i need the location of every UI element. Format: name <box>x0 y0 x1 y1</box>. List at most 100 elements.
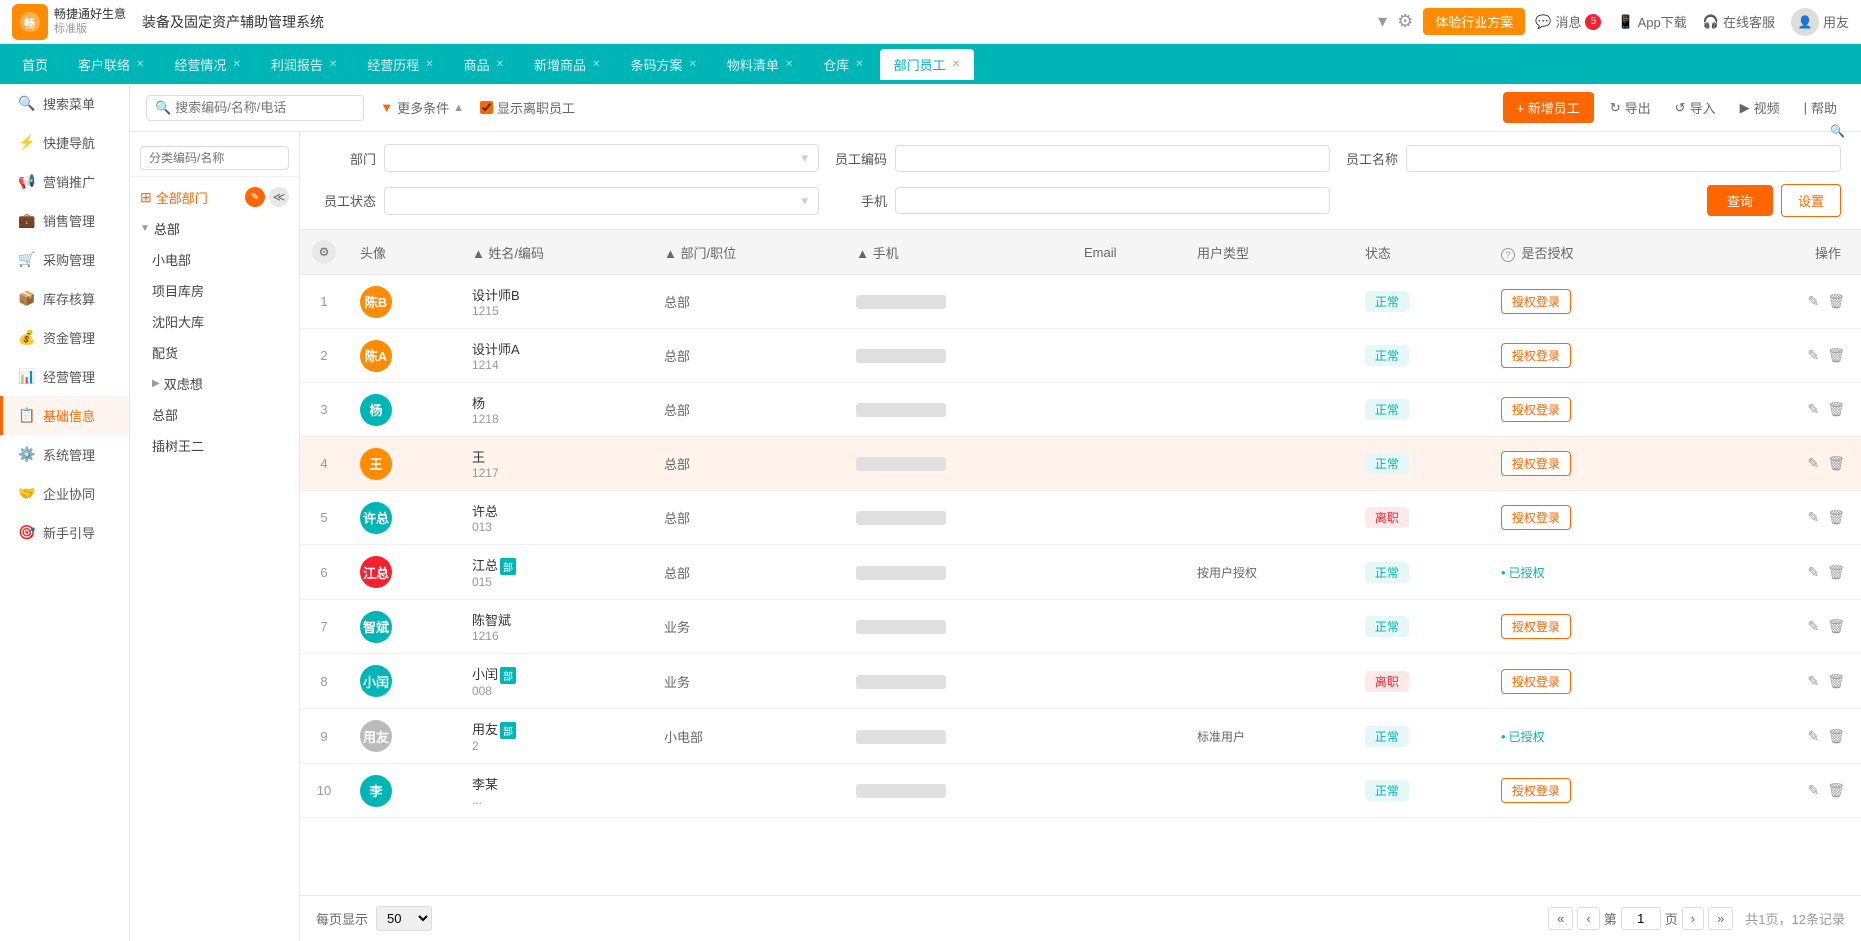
show-resign-checkbox[interactable] <box>480 101 493 114</box>
auth-btn-1[interactable]: 授权登录 <box>1501 289 1571 314</box>
col-settings-icon[interactable]: ⚙ <box>312 240 336 264</box>
auth-btn-2[interactable]: 授权登录 <box>1501 343 1571 368</box>
sidebar-item-marketing[interactable]: 📢 营销推广 <box>0 162 129 201</box>
dept-node-chashuwang[interactable]: 插树王二 <box>130 430 299 461</box>
edit-icon-6[interactable]: ✎ <box>1807 564 1819 581</box>
tab-bom[interactable]: 物料清单 ✕ <box>713 49 807 80</box>
search-box[interactable]: 🔍 <box>146 95 364 121</box>
search-submit-btn[interactable]: 查询 <box>1707 185 1773 216</box>
message-btn[interactable]: 💬 消息 5 <box>1535 12 1601 31</box>
delete-icon-10[interactable]: 🗑 <box>1827 782 1845 799</box>
tab-history[interactable]: 经营历程 ✕ <box>353 49 447 80</box>
last-page-btn[interactable]: » <box>1708 907 1733 930</box>
dept-collapse-icon[interactable]: ≪ <box>269 187 289 207</box>
search-input[interactable] <box>175 100 355 115</box>
th-settings[interactable]: ⚙ <box>300 230 348 275</box>
adv-dept-select[interactable]: ▾ <box>384 144 819 172</box>
tab-dept-staff[interactable]: 部门员工 ✕ <box>880 49 974 80</box>
tab-operation-close[interactable]: ✕ <box>232 59 240 70</box>
first-page-btn[interactable]: « <box>1548 907 1573 930</box>
per-page-select[interactable]: 50 100 200 <box>376 906 432 931</box>
sidebar-item-basic[interactable]: 📋 基础信息 <box>0 396 129 435</box>
dept-settings-icon[interactable]: ✎ <box>245 187 265 207</box>
dept-node-peihuo[interactable]: 配货 <box>130 337 299 368</box>
tab-barcode[interactable]: 条码方案 ✕ <box>616 49 710 80</box>
online-service-btn[interactable]: 🎧 在线客服 <box>1703 12 1775 31</box>
settings-gear-icon[interactable]: ⚙ <box>1397 11 1413 32</box>
dept-node-zongbu[interactable]: 总部 <box>130 399 299 430</box>
adv-name-input[interactable] <box>1406 145 1841 172</box>
tab-customer-close[interactable]: ✕ <box>136 59 144 70</box>
app-download-btn[interactable]: 📱 App下载 <box>1617 12 1686 31</box>
import-btn[interactable]: ↺ 导入 <box>1667 94 1724 121</box>
experience-btn[interactable]: 体验行业方案 <box>1423 8 1525 35</box>
delete-icon-1[interactable]: 🗑 <box>1827 293 1845 310</box>
sidebar-item-finance[interactable]: 💰 资金管理 <box>0 318 129 357</box>
sidebar-item-guide[interactable]: 🎯 新手引导 <box>0 513 129 552</box>
page-input[interactable] <box>1621 907 1661 930</box>
delete-icon-8[interactable]: 🗑 <box>1827 673 1845 690</box>
more-filter-btn[interactable]: ▼ 更多条件 ▲ <box>372 94 472 121</box>
tab-warehouse[interactable]: 仓库 ✕ <box>809 49 877 80</box>
auth-btn-5[interactable]: 授权登录 <box>1501 505 1571 530</box>
edit-icon-1[interactable]: ✎ <box>1807 293 1819 310</box>
sidebar-item-sales[interactable]: 💼 销售管理 <box>0 201 129 240</box>
video-btn[interactable]: ▶ 视频 <box>1732 94 1788 121</box>
sidebar-item-mgmt[interactable]: 📊 经营管理 <box>0 357 129 396</box>
sys-title-dropdown[interactable]: ▾ <box>1378 11 1387 32</box>
prev-page-btn[interactable]: ‹ <box>1577 907 1599 930</box>
edit-icon-5[interactable]: ✎ <box>1807 509 1819 526</box>
help-btn[interactable]: | 帮助 <box>1796 94 1845 121</box>
th-name[interactable]: ▲ 姓名/编码 <box>460 230 652 275</box>
edit-icon-2[interactable]: ✎ <box>1807 347 1819 364</box>
show-resign-checkbox-label[interactable]: 显示离职员工 <box>480 98 575 117</box>
tab-history-close[interactable]: ✕ <box>425 59 433 70</box>
dept-node-xiangmu[interactable]: 项目库房 <box>130 275 299 306</box>
dept-node-general[interactable]: ▼ 总部 <box>130 213 299 244</box>
tab-operation[interactable]: 经营情况 ✕ <box>160 49 254 80</box>
delete-icon-9[interactable]: 🗑 <box>1827 728 1845 745</box>
tab-bom-close[interactable]: ✕ <box>785 59 793 70</box>
tab-customer[interactable]: 客户联络 ✕ <box>64 49 158 80</box>
tab-warehouse-close[interactable]: ✕ <box>855 59 863 70</box>
edit-icon-8[interactable]: ✎ <box>1807 673 1819 690</box>
adv-phone-input[interactable] <box>895 187 1330 214</box>
adv-status-select[interactable]: ▾ <box>384 187 819 215</box>
adv-code-input[interactable] <box>895 145 1330 172</box>
dept-node-xiaodibu[interactable]: 小电部 <box>130 244 299 275</box>
tab-barcode-close[interactable]: ✕ <box>688 59 696 70</box>
auth-btn-4[interactable]: 授权登录 <box>1501 451 1571 476</box>
sidebar-item-purchase[interactable]: 🛒 采购管理 <box>0 240 129 279</box>
auth-btn-7[interactable]: 授权登录 <box>1501 614 1571 639</box>
th-dept[interactable]: ▲ 部门/职位 <box>652 230 844 275</box>
edit-icon-9[interactable]: ✎ <box>1807 728 1819 745</box>
tab-profit-close[interactable]: ✕ <box>329 59 337 70</box>
sidebar-item-nav[interactable]: ⚡ 快捷导航 <box>0 123 129 162</box>
edit-icon-3[interactable]: ✎ <box>1807 401 1819 418</box>
tab-new-goods[interactable]: 新增商品 ✕ <box>520 49 614 80</box>
tab-new-goods-close[interactable]: ✕ <box>592 59 600 70</box>
export-btn[interactable]: ↻ 导出 <box>1602 94 1659 121</box>
sidebar-item-search[interactable]: 🔍 搜索菜单 <box>0 84 129 123</box>
sidebar-item-collab[interactable]: 🤝 企业协同 <box>0 474 129 513</box>
delete-icon-5[interactable]: 🗑 <box>1827 509 1845 526</box>
delete-icon-4[interactable]: 🗑 <box>1827 455 1845 472</box>
user-area[interactable]: 👤 用友 <box>1791 8 1849 36</box>
tab-goods[interactable]: 商品 ✕ <box>450 49 518 80</box>
th-phone[interactable]: ▲ 手机 <box>844 230 1072 275</box>
next-page-btn[interactable]: › <box>1682 907 1704 930</box>
reset-btn[interactable]: 设置 <box>1781 184 1841 217</box>
auth-btn-8[interactable]: 授权登录 <box>1501 669 1571 694</box>
edit-icon-4[interactable]: ✎ <box>1807 455 1819 472</box>
add-employee-btn[interactable]: + 新增员工 <box>1503 92 1594 123</box>
sidebar-item-system[interactable]: ⚙️ 系统管理 <box>0 435 129 474</box>
dept-node-shenyang[interactable]: 沈阳大库 <box>130 306 299 337</box>
edit-icon-10[interactable]: ✎ <box>1807 782 1819 799</box>
delete-icon-6[interactable]: 🗑 <box>1827 564 1845 581</box>
delete-icon-7[interactable]: 🗑 <box>1827 618 1845 635</box>
tab-goods-close[interactable]: ✕ <box>496 59 504 70</box>
tab-profit[interactable]: 利润报告 ✕ <box>257 49 351 80</box>
sidebar-item-inventory[interactable]: 📦 库存核算 <box>0 279 129 318</box>
tab-home[interactable]: 首页 <box>8 49 62 80</box>
auth-btn-3[interactable]: 授权登录 <box>1501 397 1571 422</box>
